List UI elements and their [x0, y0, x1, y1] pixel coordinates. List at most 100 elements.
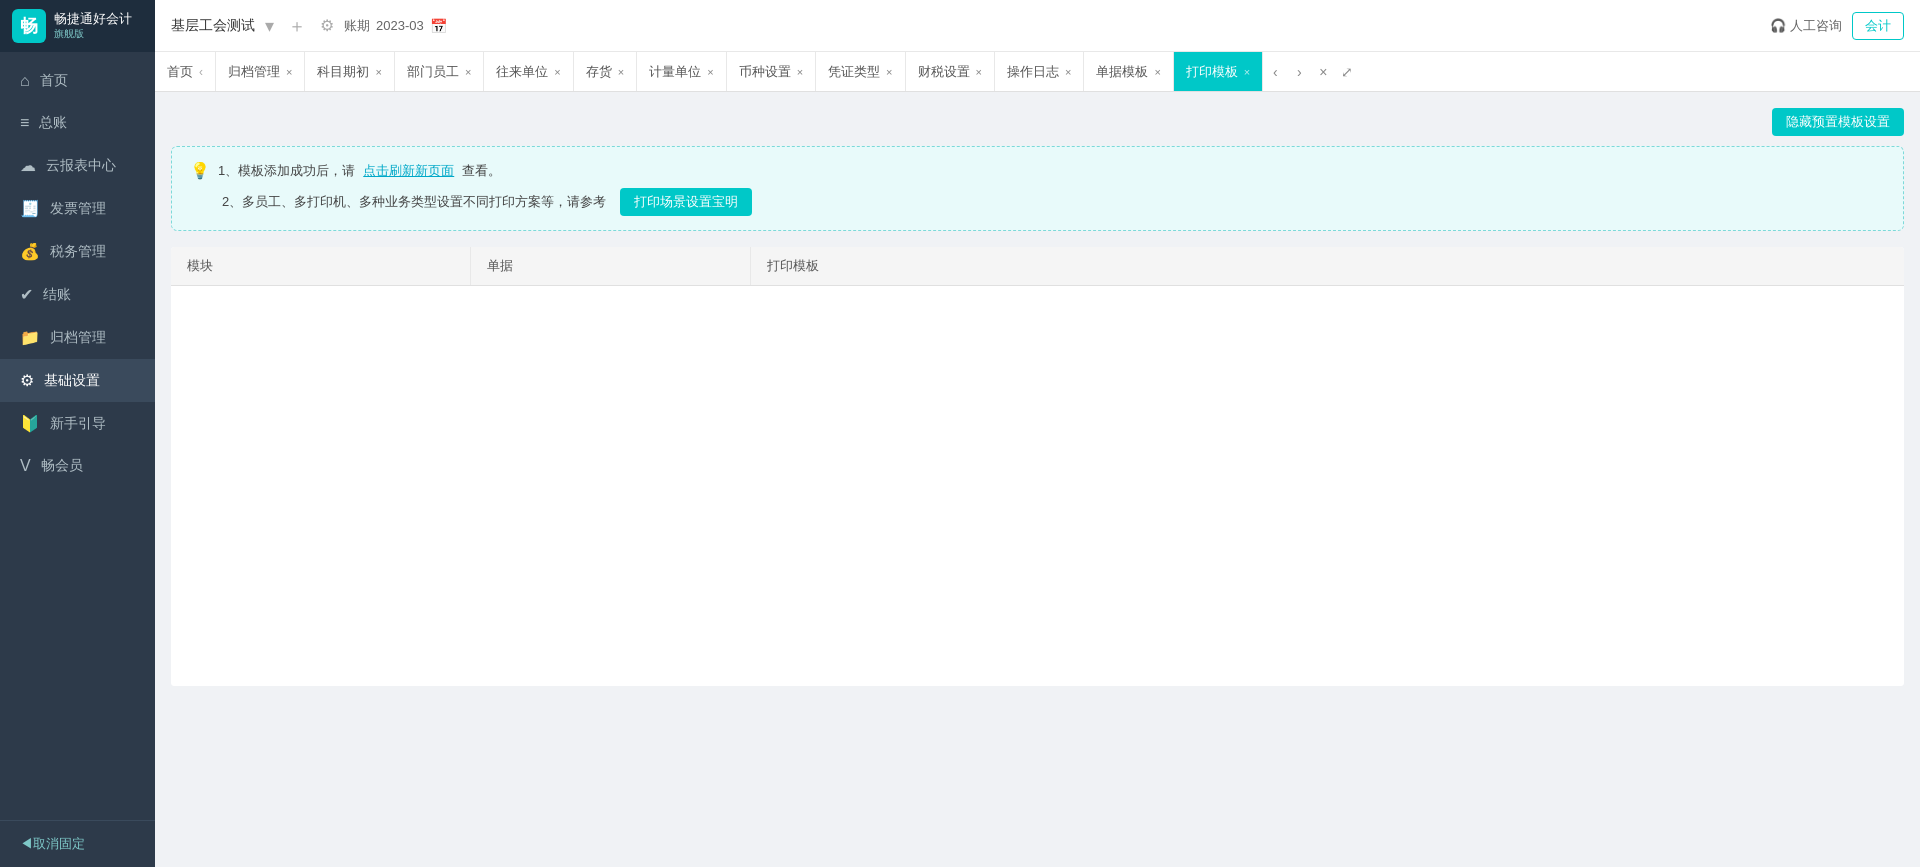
tab-subjects[interactable]: 科目期初 ×: [305, 52, 394, 92]
notice-refresh-link[interactable]: 点击刷新新页面: [363, 162, 454, 180]
logo-subtitle: 旗舰版: [54, 27, 132, 41]
tab-units[interactable]: 计量单位 ×: [637, 52, 726, 92]
support-btn[interactable]: 🎧 人工咨询: [1770, 17, 1842, 35]
support-label: 人工咨询: [1790, 17, 1842, 35]
notice-row-1: 💡 1、模板添加成功后，请 点击刷新新页面 查看。: [190, 161, 1885, 180]
sidebar-item-tax[interactable]: 💰 税务管理: [0, 230, 155, 273]
tab-contacts-close[interactable]: ×: [554, 66, 560, 78]
period-value: 2023-03: [376, 18, 424, 33]
sidebar-item-ledger[interactable]: ≡ 总账: [0, 102, 155, 144]
table-header: 模块 单据 打印模板: [171, 247, 1904, 286]
sidebar-item-label-tax: 税务管理: [50, 243, 106, 261]
member-icon: V: [20, 457, 31, 475]
unpin-label: ◀︎取消固定: [20, 835, 85, 853]
th-receipt: 单据: [471, 247, 751, 285]
settlement-icon: ✔: [20, 285, 33, 304]
account-btn[interactable]: 会计: [1852, 12, 1904, 40]
tab-tax-settings[interactable]: 财税设置 ×: [906, 52, 995, 92]
tab-voucher-types-label: 凭证类型: [828, 63, 880, 81]
sidebar-logo: 畅 畅捷通好会计 旗舰版: [0, 0, 155, 52]
tab-units-close[interactable]: ×: [707, 66, 713, 78]
tab-subjects-label: 科目期初: [317, 63, 369, 81]
tab-home-label: 首页: [167, 63, 193, 81]
tab-operation-log[interactable]: 操作日志 ×: [995, 52, 1084, 92]
tab-print-template-label: 打印模板: [1186, 63, 1238, 81]
tab-departments-close[interactable]: ×: [465, 66, 471, 78]
tab-inventory-label: 存货: [586, 63, 612, 81]
tab-archive-close[interactable]: ×: [286, 66, 292, 78]
tab-home-prev[interactable]: ‹: [199, 65, 203, 79]
tab-currency-close[interactable]: ×: [797, 66, 803, 78]
tab-currency[interactable]: 币种设置 ×: [727, 52, 816, 92]
sidebar: 畅 畅捷通好会计 旗舰版 ⌂ 首页 ≡ 总账 ☁ 云报表中心 🧾 发票管理 💰 …: [0, 0, 155, 867]
notice-line2: 2、多员工、多打印机、多种业务类型设置不同打印方案等，请参考: [222, 193, 606, 211]
print-template-table: 模块 单据 打印模板: [171, 247, 1904, 686]
guide-icon: 🔰: [20, 414, 40, 433]
home-icon: ⌂: [20, 72, 30, 90]
logo-text-block: 畅捷通好会计 旗舰版: [54, 11, 132, 42]
add-company-icon[interactable]: ＋: [288, 14, 306, 38]
tab-archive[interactable]: 归档管理 ×: [216, 52, 305, 92]
company-name[interactable]: 基层工会测试: [171, 17, 255, 35]
archive-icon: 📁: [20, 328, 40, 347]
tab-single-template-label: 单据模板: [1096, 63, 1148, 81]
tab-print-template-close[interactable]: ×: [1244, 66, 1250, 78]
notice-line1-post: 查看。: [462, 162, 501, 180]
top-actions-bar: 隐藏预置模板设置: [171, 108, 1904, 136]
hide-template-settings-btn[interactable]: 隐藏预置模板设置: [1772, 108, 1904, 136]
tab-inventory[interactable]: 存货 ×: [574, 52, 637, 92]
sidebar-item-member[interactable]: V 畅会员: [0, 445, 155, 487]
tab-contacts[interactable]: 往来单位 ×: [484, 52, 573, 92]
th-module: 模块: [171, 247, 471, 285]
sidebar-item-label-ledger: 总账: [39, 114, 67, 132]
th-print-template: 打印模板: [751, 247, 1904, 285]
sidebar-item-label-settlement: 结账: [43, 286, 71, 304]
notice-row-2: 2、多员工、多打印机、多种业务类型设置不同打印方案等，请参考 打印场景设置宝明: [190, 188, 1885, 216]
tab-prev-btn[interactable]: ‹: [1263, 52, 1287, 92]
sidebar-item-label-settings: 基础设置: [44, 372, 100, 390]
headset-icon: 🎧: [1770, 18, 1786, 33]
sidebar-item-label-reports: 云报表中心: [46, 157, 116, 175]
tab-tax-settings-close[interactable]: ×: [976, 66, 982, 78]
tab-print-template[interactable]: 打印模板 ×: [1174, 52, 1263, 92]
topbar: 基层工会测试 ▾ ＋ ⚙ 账期 2023-03 📅 🎧 人工咨询 会计: [155, 0, 1920, 52]
tab-single-template-close[interactable]: ×: [1154, 66, 1160, 78]
settings-gear-icon[interactable]: ⚙: [320, 16, 334, 35]
lightbulb-icon: 💡: [190, 161, 210, 180]
sidebar-item-home[interactable]: ⌂ 首页: [0, 60, 155, 102]
content-area: 隐藏预置模板设置 💡 1、模板添加成功后，请 点击刷新新页面 查看。 2、多员工…: [155, 92, 1920, 867]
sidebar-item-label-archive: 归档管理: [50, 329, 106, 347]
tab-departments[interactable]: 部门员工 ×: [395, 52, 484, 92]
sidebar-item-label-guide: 新手引导: [50, 415, 106, 433]
sidebar-item-archive[interactable]: 📁 归档管理: [0, 316, 155, 359]
tab-home[interactable]: 首页 ‹: [155, 52, 216, 92]
tab-voucher-types-close[interactable]: ×: [886, 66, 892, 78]
tab-single-template[interactable]: 单据模板 ×: [1084, 52, 1173, 92]
notice-line1-pre: 1、模板添加成功后，请: [218, 162, 355, 180]
tab-inventory-close[interactable]: ×: [618, 66, 624, 78]
settings-icon: ⚙: [20, 371, 34, 390]
ledger-icon: ≡: [20, 114, 29, 132]
sidebar-unpin-btn[interactable]: ◀︎取消固定: [0, 820, 155, 867]
calendar-icon[interactable]: 📅: [430, 18, 447, 34]
tab-subjects-close[interactable]: ×: [375, 66, 381, 78]
company-dropdown-icon[interactable]: ▾: [265, 15, 274, 37]
period-text: 账期: [344, 17, 370, 35]
tab-voucher-types[interactable]: 凭证类型 ×: [816, 52, 905, 92]
sidebar-item-reports[interactable]: ☁ 云报表中心: [0, 144, 155, 187]
tab-operation-log-label: 操作日志: [1007, 63, 1059, 81]
tab-expand-btn[interactable]: ⤢: [1335, 52, 1359, 92]
tab-currency-label: 币种设置: [739, 63, 791, 81]
sidebar-item-invoice[interactable]: 🧾 发票管理: [0, 187, 155, 230]
tab-close-all-btn[interactable]: ×: [1311, 52, 1335, 92]
tab-operation-log-close[interactable]: ×: [1065, 66, 1071, 78]
sidebar-nav: ⌂ 首页 ≡ 总账 ☁ 云报表中心 🧾 发票管理 💰 税务管理 ✔ 结账 📁 归…: [0, 52, 155, 820]
reports-icon: ☁: [20, 156, 36, 175]
print-scene-help-btn[interactable]: 打印场景设置宝明: [620, 188, 752, 216]
sidebar-item-guide[interactable]: 🔰 新手引导: [0, 402, 155, 445]
sidebar-item-settings[interactable]: ⚙ 基础设置: [0, 359, 155, 402]
table-body: [171, 286, 1904, 686]
sidebar-item-settlement[interactable]: ✔ 结账: [0, 273, 155, 316]
logo-icon: 畅: [12, 9, 46, 43]
tab-next-btn[interactable]: ›: [1287, 52, 1311, 92]
